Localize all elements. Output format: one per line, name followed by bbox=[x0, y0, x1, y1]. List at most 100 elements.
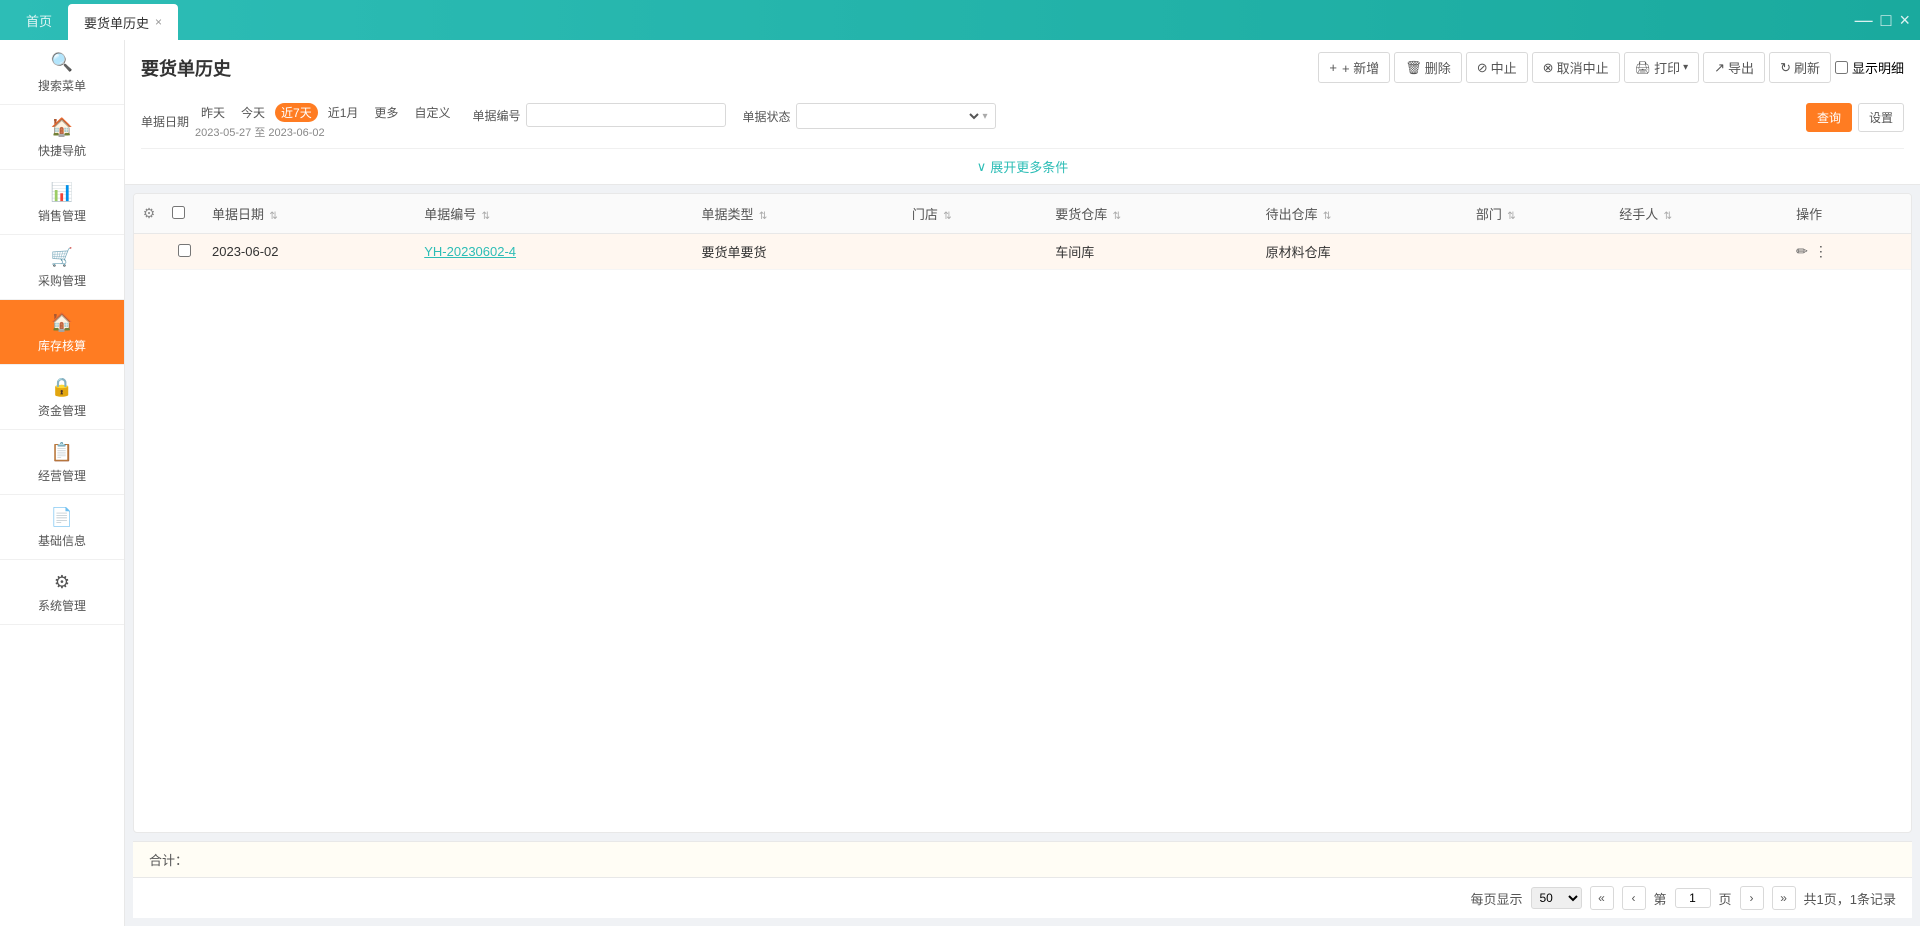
last-page-button[interactable]: » bbox=[1772, 886, 1796, 910]
expand-more-row[interactable]: ∨ 展开更多条件 bbox=[141, 148, 1904, 184]
first-page-button[interactable]: « bbox=[1590, 886, 1614, 910]
purchase-icon: 🛒 bbox=[51, 247, 73, 268]
date-shortcut-7days[interactable]: 近7天 bbox=[275, 103, 318, 122]
sort-date-icon[interactable]: ⇅ bbox=[269, 211, 277, 222]
quick-nav-icon: 🏠 bbox=[51, 117, 73, 138]
top-bar: 首页 要货单历史 × — □ × bbox=[0, 0, 1920, 40]
show-detail-checkbox-wrap[interactable]: 显示明细 bbox=[1835, 58, 1904, 77]
date-range-display: 2023-05-27 至 2023-06-02 bbox=[195, 124, 456, 140]
page-size-select[interactable]: 10 20 50 100 bbox=[1531, 887, 1582, 909]
sidebar-item-inventory[interactable]: 🏠 库存核算 bbox=[0, 300, 124, 365]
status-select[interactable] bbox=[805, 108, 982, 124]
date-shortcuts: 昨天 今天 近7天 近1月 更多 自定义 bbox=[195, 103, 456, 122]
maximize-button[interactable]: □ bbox=[1881, 10, 1892, 31]
sidebar-item-finance[interactable]: 🔒 资金管理 bbox=[0, 365, 124, 430]
order-no-input[interactable] bbox=[526, 103, 726, 127]
row-pending-warehouse: 原材料仓库 bbox=[1258, 234, 1468, 270]
table-settings-col: ⚙ bbox=[134, 194, 164, 234]
page-size-label: 每页显示 bbox=[1470, 889, 1522, 908]
toolbar: + + 新增 🗑 删除 ⊘ 中止 ⊗ 取消中止 bbox=[1318, 52, 1904, 83]
date-shortcut-1month[interactable]: 近1月 bbox=[322, 103, 365, 122]
new-button[interactable]: + + 新增 bbox=[1318, 52, 1390, 83]
row-store bbox=[904, 234, 1047, 270]
tab-close-icon[interactable]: × bbox=[155, 15, 162, 29]
refresh-button[interactable]: ↻ 刷新 bbox=[1769, 52, 1831, 83]
inventory-icon: 🏠 bbox=[51, 312, 73, 333]
table-row: 2023-06-02 YH-20230602-4 要货单要货 车间库 bbox=[134, 234, 1911, 270]
sidebar-item-label: 库存核算 bbox=[38, 337, 86, 354]
sidebar-item-basic-info[interactable]: 📄 基础信息 bbox=[0, 495, 124, 560]
row-type: 要货单要货 bbox=[694, 234, 904, 270]
sort-department-icon[interactable]: ⇅ bbox=[1507, 211, 1515, 222]
th-date: 单据日期 ⇅ bbox=[204, 194, 416, 234]
row-date: 2023-06-02 bbox=[204, 234, 416, 270]
date-shortcut-more[interactable]: 更多 bbox=[368, 103, 404, 122]
sort-order-no-icon[interactable]: ⇅ bbox=[482, 211, 490, 222]
tab-home[interactable]: 首页 bbox=[10, 0, 68, 40]
status-label: 单据状态 bbox=[742, 108, 790, 125]
close-button[interactable]: × bbox=[1899, 10, 1910, 31]
sort-store-icon[interactable]: ⇅ bbox=[943, 211, 951, 222]
column-settings-icon[interactable]: ⚙ bbox=[143, 205, 156, 221]
sidebar-item-operations[interactable]: 📋 经营管理 bbox=[0, 430, 124, 495]
action-icons-group: ✏ ⋮ bbox=[1796, 243, 1903, 260]
chevron-down-icon: ▾ bbox=[982, 111, 987, 122]
th-type: 单据类型 ⇅ bbox=[694, 194, 904, 234]
row-order-no: YH-20230602-4 bbox=[416, 234, 693, 270]
th-store: 门店 ⇅ bbox=[904, 194, 1047, 234]
sidebar-item-label: 经营管理 bbox=[38, 467, 86, 484]
system-icon: ⚙ bbox=[54, 572, 70, 593]
page-number-input[interactable] bbox=[1675, 888, 1711, 908]
date-shortcut-yesterday[interactable]: 昨天 bbox=[195, 103, 231, 122]
export-icon: ↗ bbox=[1714, 60, 1725, 76]
basic-info-icon: 📄 bbox=[51, 507, 73, 528]
filter-row: 单据日期 昨天 今天 近7天 近1月 更多 自定义 2023-05-27 至 2… bbox=[141, 93, 1904, 148]
page-title: 要货单历史 bbox=[141, 55, 231, 81]
sidebar-item-quick-nav[interactable]: 🏠 快捷导航 bbox=[0, 105, 124, 170]
sidebar-item-sales[interactable]: 📊 销售管理 bbox=[0, 170, 124, 235]
sidebar-item-system[interactable]: ⚙ 系统管理 bbox=[0, 560, 124, 625]
prev-page-button[interactable]: ‹ bbox=[1622, 886, 1646, 910]
sort-warehouse-icon[interactable]: ⇅ bbox=[1113, 211, 1121, 222]
page-header: 要货单历史 + + 新增 🗑 删除 ⊘ 中止 ⊗ bbox=[125, 40, 1920, 185]
sort-handler-icon[interactable]: ⇅ bbox=[1664, 211, 1672, 222]
date-shortcut-today[interactable]: 今天 bbox=[235, 103, 271, 122]
date-shortcut-custom[interactable]: 自定义 bbox=[408, 103, 456, 122]
tab-order-history[interactable]: 要货单历史 × bbox=[68, 4, 178, 40]
stop-icon: ⊘ bbox=[1477, 60, 1488, 76]
sidebar-item-search-menu[interactable]: 🔍 搜索菜单 bbox=[0, 40, 124, 105]
th-handler: 经手人 ⇅ bbox=[1611, 194, 1788, 234]
cancel-stop-button[interactable]: ⊗ 取消中止 bbox=[1532, 52, 1620, 83]
settings-filter-button[interactable]: 设置 bbox=[1858, 103, 1904, 132]
cancel-stop-icon: ⊗ bbox=[1543, 60, 1554, 76]
delete-icon: 🗑 bbox=[1405, 60, 1422, 76]
sort-type-icon[interactable]: ⇅ bbox=[759, 211, 767, 222]
select-all-checkbox[interactable] bbox=[172, 206, 185, 219]
minimize-button[interactable]: — bbox=[1855, 10, 1873, 31]
row-order-no-link[interactable]: YH-20230602-4 bbox=[424, 244, 516, 259]
print-button[interactable]: 🖨 打印 ▾ bbox=[1624, 52, 1700, 83]
search-menu-icon: 🔍 bbox=[51, 52, 73, 73]
operations-icon: 📋 bbox=[51, 442, 73, 463]
delete-button[interactable]: 🗑 删除 bbox=[1394, 52, 1462, 83]
export-button[interactable]: ↗ 导出 bbox=[1703, 52, 1765, 83]
edit-icon[interactable]: ✏ bbox=[1796, 243, 1808, 260]
tab-list: 首页 要货单历史 × bbox=[10, 0, 1855, 40]
sidebar-item-purchase[interactable]: 🛒 采购管理 bbox=[0, 235, 124, 300]
table-checkbox-col bbox=[164, 194, 204, 234]
query-button[interactable]: 查询 bbox=[1806, 103, 1852, 132]
row-warehouse: 车间库 bbox=[1047, 234, 1257, 270]
status-select-wrap: ▾ bbox=[796, 103, 996, 129]
stop-button[interactable]: ⊘ 中止 bbox=[1466, 52, 1528, 83]
total-info: 共1页，1条记录 bbox=[1804, 889, 1896, 908]
th-order-no: 单据编号 ⇅ bbox=[416, 194, 693, 234]
show-detail-checkbox[interactable] bbox=[1835, 61, 1848, 74]
table-header-row: ⚙ 单据日期 ⇅ 单据编号 ⇅ bbox=[134, 194, 1911, 234]
table-container: ⚙ 单据日期 ⇅ 单据编号 ⇅ bbox=[133, 193, 1912, 833]
more-icon[interactable]: ⋮ bbox=[1814, 243, 1828, 260]
refresh-icon: ↻ bbox=[1780, 60, 1791, 76]
sort-pending-warehouse-icon[interactable]: ⇅ bbox=[1323, 211, 1331, 222]
next-page-button[interactable]: › bbox=[1740, 886, 1764, 910]
row-checkbox[interactable] bbox=[178, 244, 191, 257]
sidebar-item-label: 采购管理 bbox=[38, 272, 86, 289]
